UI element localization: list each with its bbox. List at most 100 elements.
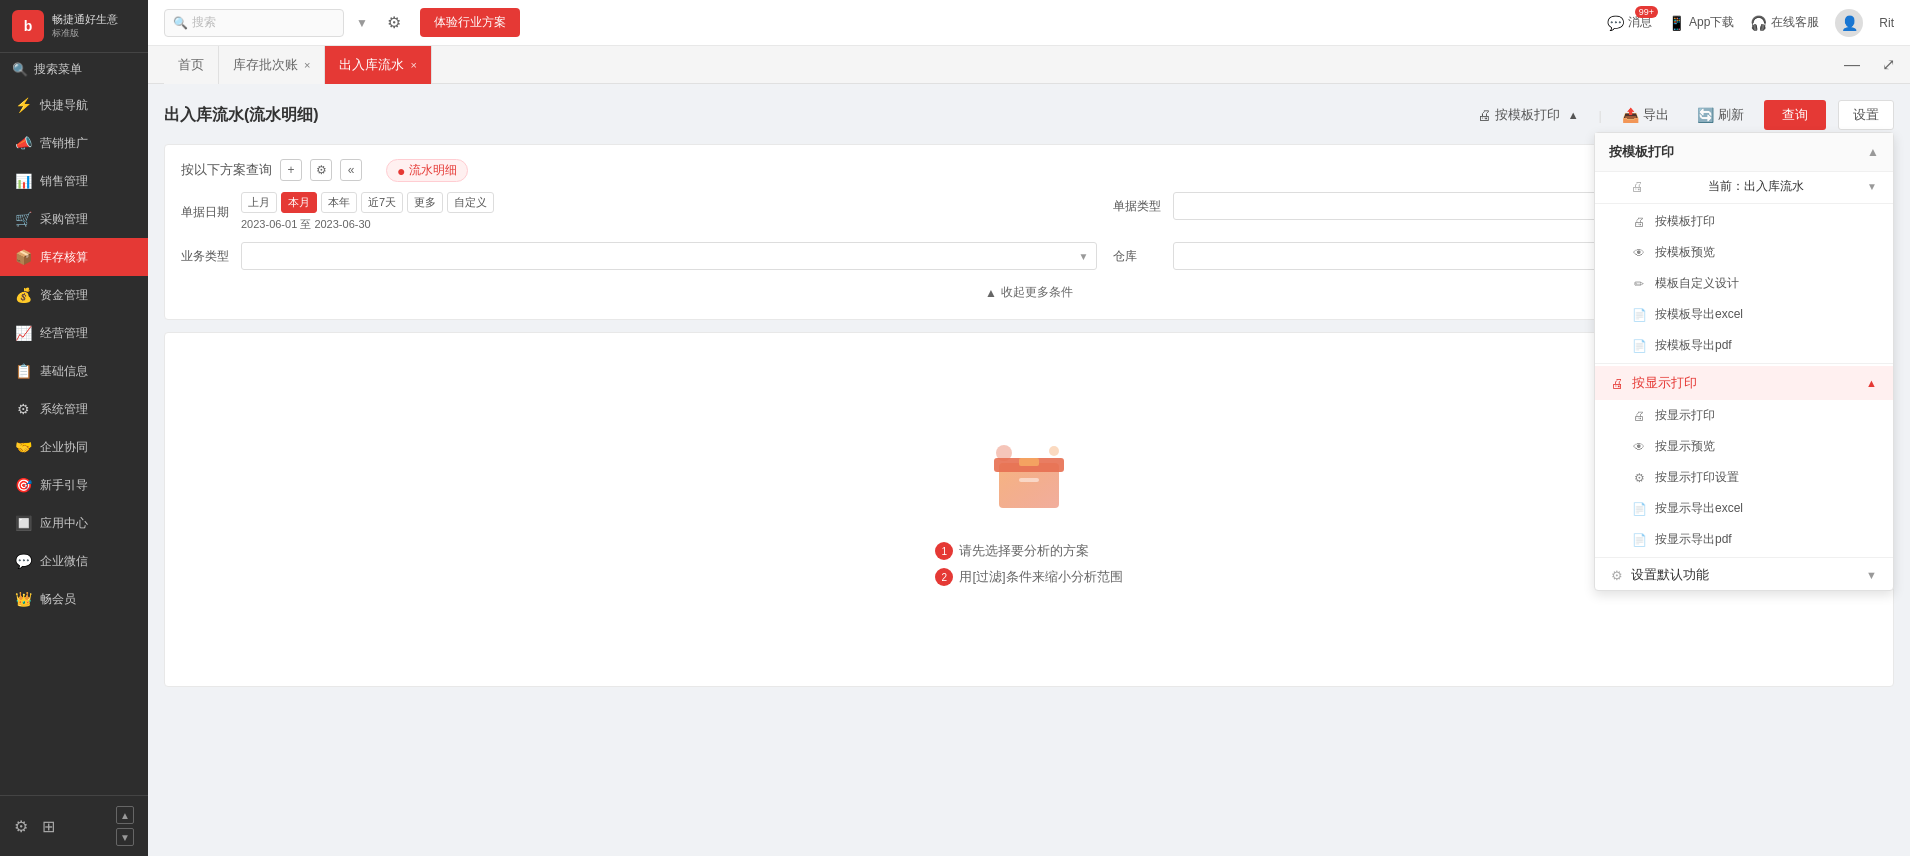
tab-inventory-flow[interactable]: 出入库流水 × [325, 46, 431, 84]
display-pdf-label: 按显示导出pdf [1655, 531, 1732, 548]
topbar-username[interactable]: Rit [1879, 16, 1894, 30]
sidebar-item-inventory[interactable]: 📦 库存核算 [0, 238, 148, 276]
print-dropdown-panel: 按模板打印 ▲ 🖨 当前：出入库流水 ▼ 🖨 按模板打印 [1594, 132, 1894, 591]
sidebar-item-member[interactable]: 👑 畅会员 [0, 580, 148, 618]
dropdown-template-pdf[interactable]: 📄 按模板导出pdf [1595, 330, 1893, 361]
dropdown-template-excel[interactable]: 📄 按模板导出excel [1595, 299, 1893, 330]
operation-icon: 📈 [14, 324, 32, 342]
print-template-btn[interactable]: 🖨 按模板打印 ▲ [1469, 102, 1587, 128]
filter-collapse-icon[interactable]: « [340, 159, 362, 181]
dropdown-display-settings[interactable]: ⚙ 按显示打印设置 [1595, 462, 1893, 493]
filter-date-group: 上月 本月 本年 近7天 更多 自定义 [241, 192, 494, 213]
sidebar-scroll-up[interactable]: ▲ [116, 806, 134, 824]
topbar-gear-icon[interactable]: ⚙ [380, 9, 408, 37]
wechat-icon: 💬 [14, 552, 32, 570]
sidebar-item-system[interactable]: ⚙ 系统管理 [0, 390, 148, 428]
dropdown-up-arrow[interactable]: ▲ [1867, 145, 1879, 159]
sidebar-item-operation[interactable]: 📈 经营管理 [0, 314, 148, 352]
sidebar-item-appcenter[interactable]: 🔲 应用中心 [0, 504, 148, 542]
filter-settings-icon[interactable]: ⚙ [310, 159, 332, 181]
app-download-icon: 📱 [1668, 15, 1685, 31]
sidebar-settings-icon[interactable]: ⚙ [14, 817, 28, 836]
sidebar-item-guide[interactable]: 🎯 新手引导 [0, 466, 148, 504]
template-pdf-label: 按模板导出pdf [1655, 337, 1732, 354]
dropdown-display-preview[interactable]: 👁 按显示预览 [1595, 431, 1893, 462]
sidebar-bottom: ⚙ ⊞ ▲ ▼ [0, 795, 148, 856]
collab-icon: 🤝 [14, 438, 32, 456]
tab-home[interactable]: 首页 [164, 46, 219, 84]
tab-maximize-icon[interactable]: ⤢ [1874, 51, 1902, 79]
topbar-app-download[interactable]: 📱 App下载 [1668, 14, 1734, 31]
filter-header: 按以下方案查询 + ⚙ « [181, 159, 362, 181]
export-icon: 📤 [1622, 107, 1639, 123]
sidebar-item-label: 营销推广 [40, 135, 88, 152]
topbar-dropdown-arrow[interactable]: ▼ [356, 16, 368, 30]
topbar-online-service[interactable]: 🎧 在线客服 [1750, 14, 1819, 31]
topbar-search-box[interactable]: 🔍 搜索 [164, 9, 344, 37]
sidebar-item-quick-nav[interactable]: ⚡ 快捷导航 [0, 86, 148, 124]
filter-date-last-month[interactable]: 上月 [241, 192, 277, 213]
display-preview-icon: 👁 [1631, 439, 1647, 455]
filter-date-custom[interactable]: 自定义 [447, 192, 494, 213]
filter-business-select[interactable]: ▼ [241, 242, 1097, 270]
topbar-avatar[interactable]: 👤 [1835, 9, 1863, 37]
print-arrow-icon[interactable]: ▲ [1568, 109, 1579, 121]
trial-button[interactable]: 体验行业方案 [420, 8, 520, 37]
sales-icon: 📊 [14, 172, 32, 190]
dropdown-header: 按模板打印 ▲ [1595, 133, 1893, 172]
sidebar-item-label: 企业协同 [40, 439, 88, 456]
topbar-search-placeholder: 搜索 [192, 14, 216, 31]
section2-arrow[interactable]: ▲ [1866, 377, 1877, 389]
display-excel-label: 按显示导出excel [1655, 500, 1743, 517]
sidebar-scroll-down[interactable]: ▼ [116, 828, 134, 846]
svg-rect-3 [1019, 478, 1039, 482]
display-pdf-icon: 📄 [1631, 532, 1647, 548]
tab-flow-close-icon[interactable]: × [410, 59, 416, 71]
dropdown-display-excel[interactable]: 📄 按显示导出excel [1595, 493, 1893, 524]
settings-button[interactable]: 设置 [1838, 100, 1894, 130]
filter-date-7days[interactable]: 近7天 [361, 192, 403, 213]
sidebar-item-purchase[interactable]: 🛒 采购管理 [0, 200, 148, 238]
tab-minimize-icon[interactable]: — [1838, 51, 1866, 79]
tip-label-2: 用[过滤]条件来缩小分析范围 [959, 568, 1122, 586]
dropdown-default-settings[interactable]: ⚙ 设置默认功能 ▼ [1595, 560, 1893, 590]
refresh-btn[interactable]: 🔄 刷新 [1689, 102, 1752, 128]
app-download-label: App下载 [1689, 14, 1734, 31]
sidebar-search[interactable]: 🔍 搜索菜单 [0, 53, 148, 86]
system-icon: ⚙ [14, 400, 32, 418]
topbar-message[interactable]: 💬 消息 99+ [1607, 14, 1652, 31]
collapse-arrow-icon: ▲ [985, 286, 997, 300]
sidebar-item-marketing[interactable]: 📣 营销推广 [0, 124, 148, 162]
sidebar-help-icon[interactable]: ⊞ [42, 817, 55, 836]
filter-date-this-month[interactable]: 本月 [281, 192, 317, 213]
export-btn[interactable]: 📤 导出 [1614, 102, 1677, 128]
filter-date-more[interactable]: 更多 [407, 192, 443, 213]
current-arrow-icon[interactable]: ▼ [1867, 181, 1877, 192]
template-preview-icon: 👁 [1631, 245, 1647, 261]
display-print-section[interactable]: 🖨 按显示打印 ▲ [1595, 366, 1893, 400]
dropdown-template-preview[interactable]: 👁 按模板预览 [1595, 237, 1893, 268]
tab-batch-close-icon[interactable]: × [304, 59, 310, 71]
tip-num-1: 1 [935, 542, 953, 560]
current-template-row: 🖨 当前：出入库流水 ▼ [1595, 172, 1893, 201]
dropdown-display-pdf[interactable]: 📄 按显示导出pdf [1595, 524, 1893, 555]
sidebar-item-finance[interactable]: 💰 资金管理 [0, 276, 148, 314]
member-icon: 👑 [14, 590, 32, 608]
dropdown-template-design[interactable]: ✏ 模板自定义设计 [1595, 268, 1893, 299]
query-button[interactable]: 查询 [1764, 100, 1826, 130]
filter-tag[interactable]: ● 流水明细 [386, 159, 468, 182]
dropdown-divider-2 [1595, 363, 1893, 364]
tab-batch-account[interactable]: 库存批次账 × [219, 46, 325, 84]
tip-label-1: 请先选择要分析的方案 [959, 542, 1089, 560]
filter-date-this-year[interactable]: 本年 [321, 192, 357, 213]
sidebar-item-sales[interactable]: 📊 销售管理 [0, 162, 148, 200]
sidebar-item-collab[interactable]: 🤝 企业协同 [0, 428, 148, 466]
sidebar-item-label: 系统管理 [40, 401, 88, 418]
dropdown-display-print[interactable]: 🖨 按显示打印 [1595, 400, 1893, 431]
dropdown-template-print[interactable]: 🖨 按模板打印 [1595, 206, 1893, 237]
filter-add-icon[interactable]: + [280, 159, 302, 181]
sidebar-item-wechat[interactable]: 💬 企业微信 [0, 542, 148, 580]
sidebar-item-basic[interactable]: 📋 基础信息 [0, 352, 148, 390]
svg-point-5 [1049, 446, 1059, 456]
filter-date-range: 2023-06-01 至 2023-06-30 [241, 217, 494, 232]
